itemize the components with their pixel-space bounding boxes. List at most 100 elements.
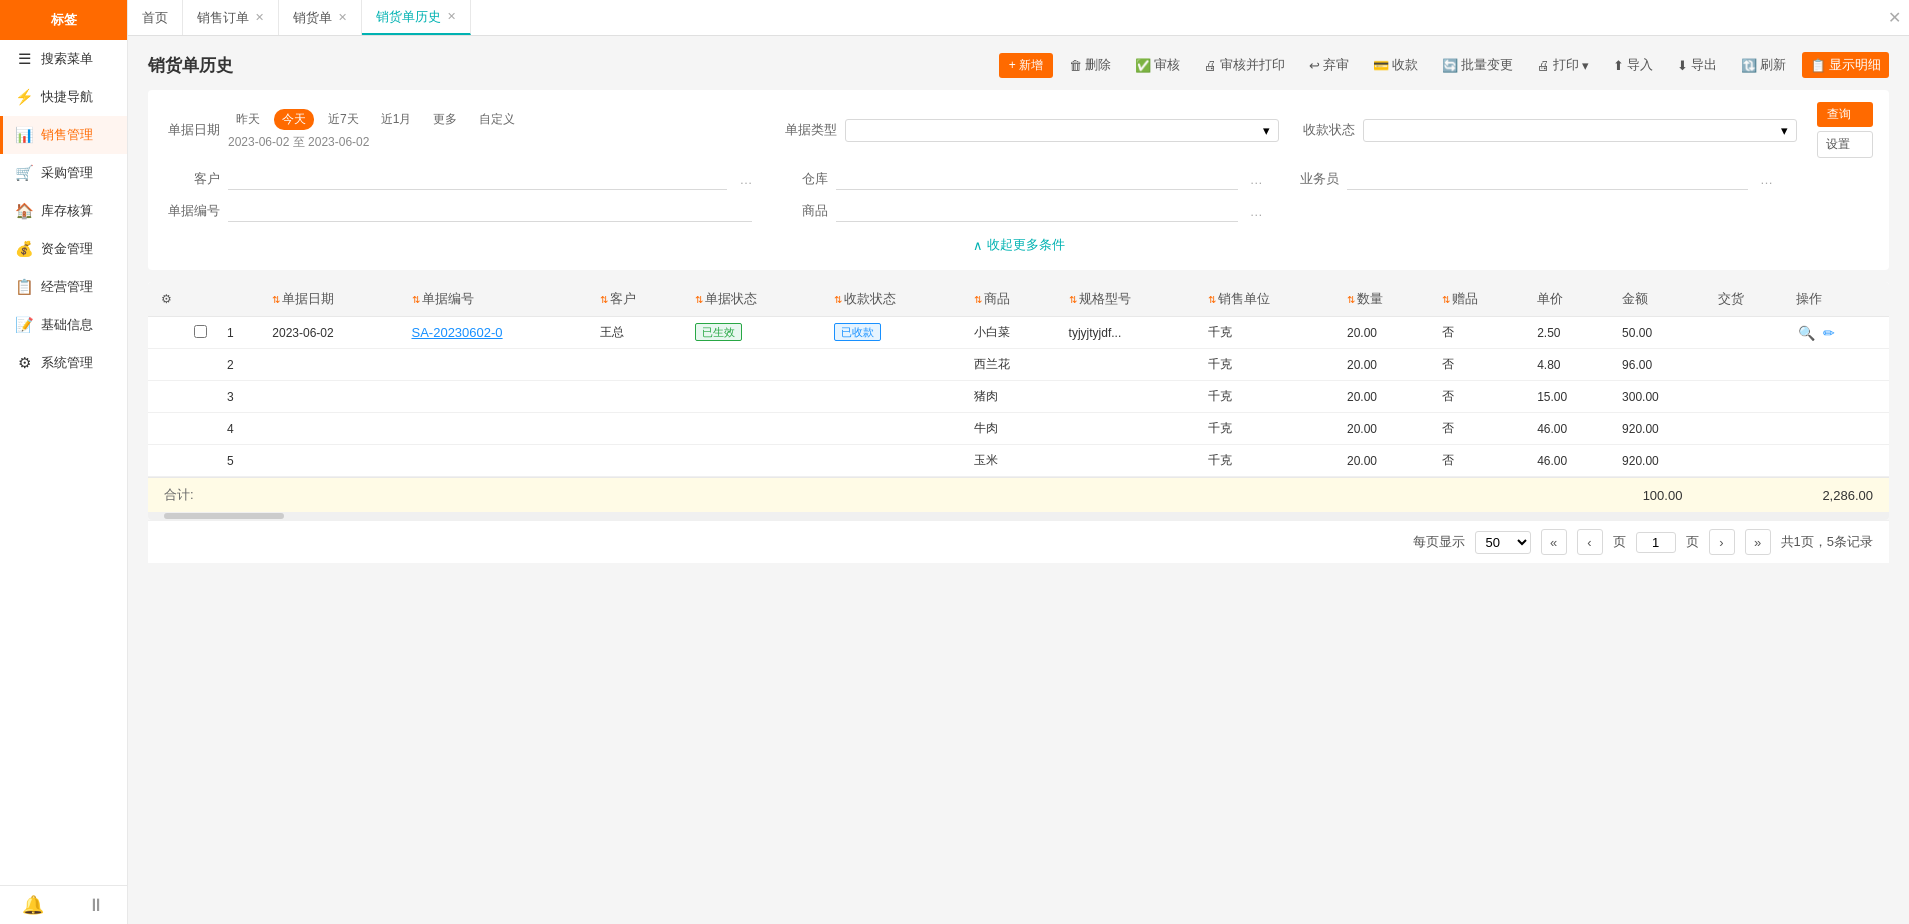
sidebar-item-basic-info[interactable]: 📝 基础信息: [0, 306, 127, 344]
close-sales-history-icon[interactable]: ✕: [447, 10, 456, 23]
tab-sales-history[interactable]: 销货单历史 ✕: [362, 0, 471, 35]
print-dropdown-icon: ▾: [1582, 58, 1589, 73]
page-label-before: 页: [1613, 533, 1626, 551]
page-size-label: 每页显示: [1413, 533, 1465, 551]
tab-home-label: 首页: [142, 9, 168, 27]
unit-price: 4.80: [1527, 349, 1612, 381]
refresh-button[interactable]: 🔃 刷新: [1733, 52, 1794, 78]
doc-status-badge: 已生效: [695, 323, 742, 341]
last-page-button[interactable]: »: [1745, 529, 1771, 555]
tab-home[interactable]: 首页: [128, 0, 183, 35]
close-sales-order-icon[interactable]: ✕: [255, 11, 264, 24]
date-tab-yesterday[interactable]: 昨天: [228, 109, 268, 130]
col-unit[interactable]: ⇅销售单位: [1198, 282, 1337, 317]
sidebar-item-operation[interactable]: 📋 经营管理: [0, 268, 127, 306]
col-qty[interactable]: ⇅数量: [1337, 282, 1432, 317]
collapse-button[interactable]: ∧ 收起更多条件: [164, 232, 1873, 258]
sidebar-item-search-menu[interactable]: ☰ 搜索菜单: [0, 40, 127, 78]
col-customer[interactable]: ⇅客户: [590, 282, 685, 317]
col-spec[interactable]: ⇅规格型号: [1059, 282, 1198, 317]
col-doc-no[interactable]: ⇅单据编号: [402, 282, 591, 317]
row-no: 4: [217, 413, 262, 445]
pause-icon[interactable]: ⏸: [87, 895, 105, 916]
show-detail-button[interactable]: 📋 显示明细: [1802, 52, 1889, 78]
doc-no-input[interactable]: [228, 200, 752, 222]
table-row: 4 牛肉 千克 20.00 否 46.00 920.00: [148, 413, 1889, 445]
tabs-close-all[interactable]: ✕: [1888, 8, 1909, 27]
sidebar-item-finance[interactable]: 💰 资金管理: [0, 230, 127, 268]
view-action-icon[interactable]: 🔍: [1798, 325, 1815, 341]
query-button[interactable]: 查询: [1817, 102, 1873, 127]
batch-change-button[interactable]: 🔄 批量变更: [1434, 52, 1521, 78]
quick-nav-icon: ⚡: [15, 88, 33, 106]
customer-input[interactable]: [228, 168, 727, 190]
date-tab-today[interactable]: 今天: [274, 109, 314, 130]
audit-button[interactable]: ✅ 审核: [1127, 52, 1188, 78]
staff-picker-icon[interactable]: …: [1760, 172, 1773, 187]
sidebar-item-inventory[interactable]: 🏠 库存核算: [0, 192, 127, 230]
next-page-button[interactable]: ›: [1709, 529, 1735, 555]
prev-page-button[interactable]: ‹: [1577, 529, 1603, 555]
sidebar-item-quick-nav[interactable]: ⚡ 快捷导航: [0, 78, 127, 116]
table-row: 1 2023-06-02 SA-20230602-0 王总 已生效 已收款 小白…: [148, 317, 1889, 349]
col-goods[interactable]: ⇅商品: [964, 282, 1059, 317]
doc-status: [685, 445, 824, 477]
collect-status: [824, 381, 963, 413]
sidebar-item-sales-mgmt[interactable]: 📊 销售管理: [0, 116, 127, 154]
collect-button[interactable]: 💳 收款: [1365, 52, 1426, 78]
staff-input[interactable]: [1347, 168, 1748, 190]
warehouse-picker-icon[interactable]: …: [1250, 172, 1263, 187]
new-button[interactable]: + 新增: [999, 53, 1053, 78]
date-tab-1month[interactable]: 近1月: [373, 109, 420, 130]
delete-button[interactable]: 🗑 删除: [1061, 52, 1119, 78]
audit-print-icon: 🖨: [1204, 58, 1217, 73]
settings-button[interactable]: 设置: [1817, 131, 1873, 158]
print-button[interactable]: 🖨 打印 ▾: [1529, 52, 1597, 78]
collect-status-select[interactable]: ▾: [1363, 119, 1797, 142]
page-size-select[interactable]: 50 20 100: [1475, 531, 1531, 554]
gift: 否: [1432, 349, 1527, 381]
collect-status: [824, 413, 963, 445]
doc-status: 已生效: [685, 317, 824, 349]
sidebar-item-purchase-mgmt[interactable]: 🛒 采购管理: [0, 154, 127, 192]
date-tab-more[interactable]: 更多: [425, 109, 465, 130]
collapse-label: 收起更多条件: [987, 236, 1065, 254]
customer-picker-icon[interactable]: …: [739, 172, 752, 187]
col-gear[interactable]: ⚙: [148, 282, 184, 317]
col-doc-date[interactable]: ⇅单据日期: [262, 282, 401, 317]
row-checkbox[interactable]: [184, 317, 217, 349]
export-button[interactable]: ⬇ 导出: [1669, 52, 1725, 78]
col-gift[interactable]: ⇅赠品: [1432, 282, 1527, 317]
unit: 千克: [1198, 381, 1337, 413]
tab-sales-goods[interactable]: 销货单 ✕: [279, 0, 362, 35]
goods-picker-icon[interactable]: …: [1250, 204, 1263, 219]
doc-no-link[interactable]: SA-20230602-0: [412, 325, 503, 340]
doc-no: [402, 445, 591, 477]
goods-input[interactable]: [836, 200, 1237, 222]
collect-status: [824, 349, 963, 381]
audit-print-button[interactable]: 🖨 审核并打印: [1196, 52, 1293, 78]
page-number-input[interactable]: [1636, 532, 1676, 553]
horizontal-scrollbar[interactable]: [148, 512, 1889, 520]
first-page-button[interactable]: «: [1541, 529, 1567, 555]
customer-field: 客户 …: [164, 168, 752, 190]
date-tab-7days[interactable]: 近7天: [320, 109, 367, 130]
col-doc-status[interactable]: ⇅单据状态: [685, 282, 824, 317]
date-tab-custom[interactable]: 自定义: [471, 109, 523, 130]
abandon-button[interactable]: ↩ 弃审: [1301, 52, 1357, 78]
scrollbar-thumb[interactable]: [164, 513, 284, 519]
tab-sales-order[interactable]: 销售订单 ✕: [183, 0, 279, 35]
warehouse-input[interactable]: [836, 168, 1237, 190]
import-button[interactable]: ⬆ 导入: [1605, 52, 1661, 78]
sales-mgmt-icon: 📊: [15, 126, 33, 144]
data-table-wrapper: ⚙ ⇅单据日期 ⇅单据编号 ⇅客户 ⇅单据状态 ⇅收款状态 ⇅商品 ⇅规格型号 …: [148, 282, 1889, 520]
qty: 20.00: [1337, 349, 1432, 381]
col-collect-status[interactable]: ⇅收款状态: [824, 282, 963, 317]
doc-type-select[interactable]: ▾: [845, 119, 1279, 142]
notification-icon[interactable]: 🔔: [22, 894, 44, 916]
close-sales-goods-icon[interactable]: ✕: [338, 11, 347, 24]
edit-action-icon[interactable]: ✏: [1823, 325, 1835, 341]
sidebar-item-label: 系统管理: [41, 354, 93, 372]
sidebar-item-sys-mgmt[interactable]: ⚙ 系统管理: [0, 344, 127, 382]
unit-price: 46.00: [1527, 413, 1612, 445]
